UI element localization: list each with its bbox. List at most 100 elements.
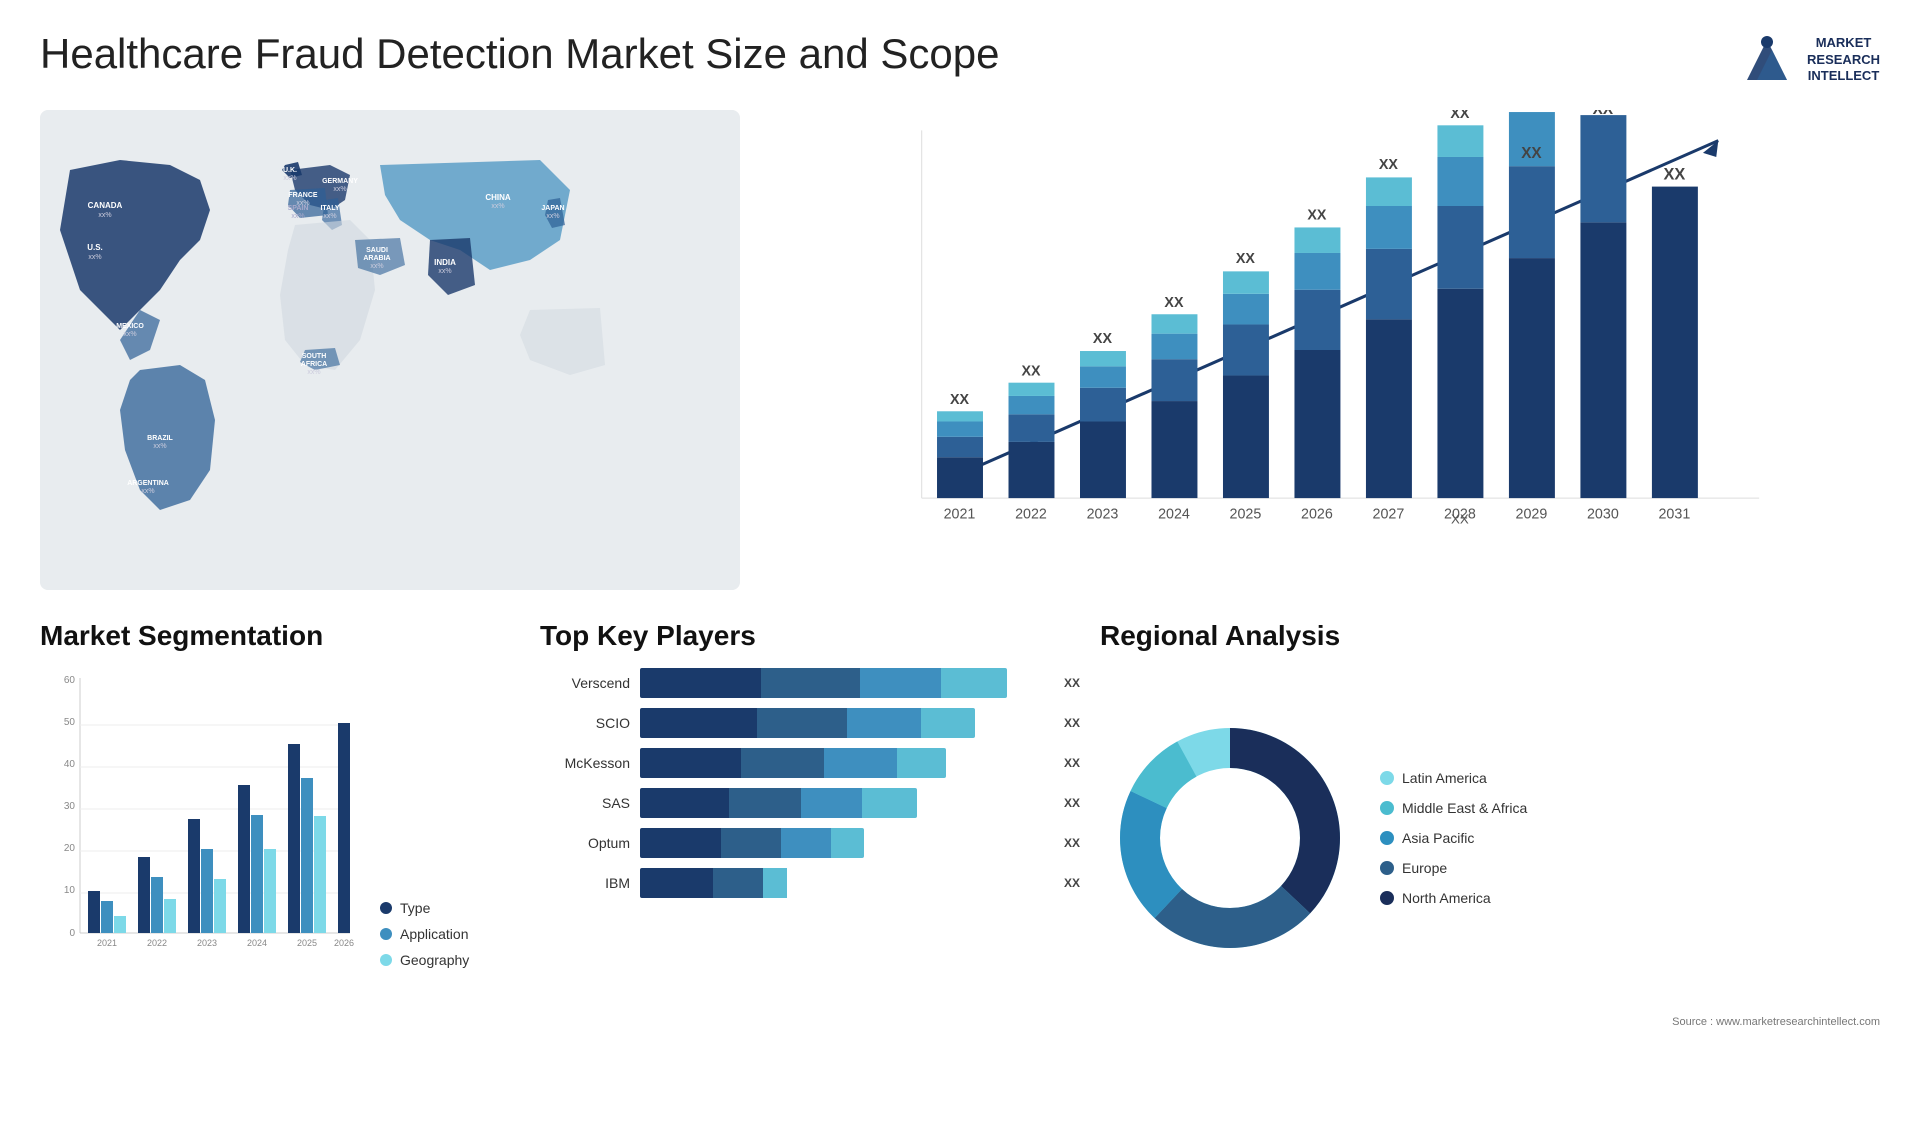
svg-text:2021: 2021 bbox=[944, 507, 976, 523]
svg-text:2023: 2023 bbox=[197, 938, 217, 948]
top-row: CANADA xx% U.S. xx% MEXICO xx% BRAZIL xx… bbox=[40, 110, 1880, 590]
svg-text:U.S.: U.S. bbox=[87, 243, 103, 252]
svg-text:XX: XX bbox=[1521, 145, 1542, 162]
page: Healthcare Fraud Detection Market Size a… bbox=[0, 0, 1920, 1146]
svg-text:2029: 2029 bbox=[1516, 507, 1548, 523]
player-row-ibm: IBM XX bbox=[540, 868, 1080, 898]
svg-text:ITALY: ITALY bbox=[320, 205, 339, 212]
middle-east-africa-dot bbox=[1380, 801, 1394, 815]
seg-legend: Type Application Geography bbox=[380, 900, 500, 968]
svg-text:2024: 2024 bbox=[247, 938, 267, 948]
svg-text:xx%: xx% bbox=[141, 488, 154, 495]
svg-text:10: 10 bbox=[64, 885, 76, 896]
legend-middle-east-africa: Middle East & Africa bbox=[1380, 799, 1527, 817]
players-table: Verscend XX SCIO bbox=[540, 668, 1080, 898]
header: Healthcare Fraud Detection Market Size a… bbox=[40, 30, 1880, 90]
svg-text:AFRICA: AFRICA bbox=[301, 361, 327, 368]
svg-text:SPAIN: SPAIN bbox=[288, 205, 309, 212]
player-xx-verscend: XX bbox=[1064, 676, 1080, 690]
player-bar-sas bbox=[640, 788, 1048, 818]
main-bar-chart: XX XX XX XX bbox=[760, 110, 1880, 590]
player-name-sas: SAS bbox=[540, 795, 630, 811]
application-dot bbox=[380, 928, 392, 940]
svg-text:xx%: xx% bbox=[323, 213, 336, 220]
svg-text:xx%: xx% bbox=[546, 213, 559, 220]
svg-text:2028: 2028 bbox=[1444, 507, 1476, 523]
map-container: CANADA xx% U.S. xx% MEXICO xx% BRAZIL xx… bbox=[40, 110, 740, 590]
svg-text:JAPAN: JAPAN bbox=[541, 205, 564, 212]
svg-text:2026: 2026 bbox=[334, 938, 354, 948]
svg-text:xx%: xx% bbox=[153, 443, 166, 450]
svg-text:2026: 2026 bbox=[1301, 507, 1333, 523]
player-bar-ibm bbox=[640, 868, 1048, 898]
player-name-mckesson: McKesson bbox=[540, 755, 630, 771]
legend-latin-america: Latin America bbox=[1380, 769, 1527, 787]
legend-item-application: Application bbox=[380, 926, 500, 942]
world-map-svg: CANADA xx% U.S. xx% MEXICO xx% BRAZIL xx… bbox=[40, 110, 740, 590]
svg-text:2031: 2031 bbox=[1658, 507, 1690, 523]
svg-text:2025: 2025 bbox=[297, 938, 317, 948]
type-dot bbox=[380, 902, 392, 914]
north-america-dot bbox=[1380, 891, 1394, 905]
svg-text:MEXICO: MEXICO bbox=[116, 323, 144, 330]
map-section: CANADA xx% U.S. xx% MEXICO xx% BRAZIL xx… bbox=[40, 110, 740, 590]
svg-text:XX: XX bbox=[950, 392, 970, 408]
svg-text:xx%: xx% bbox=[307, 369, 320, 376]
player-row-verscend: Verscend XX bbox=[540, 668, 1080, 698]
svg-text:2023: 2023 bbox=[1087, 507, 1119, 523]
player-xx-optum: XX bbox=[1064, 836, 1080, 850]
donut-svg bbox=[1100, 708, 1360, 968]
svg-text:SAUDI: SAUDI bbox=[366, 247, 388, 254]
regional-section: Regional Analysis bbox=[1100, 620, 1880, 1040]
legend-europe: Europe bbox=[1380, 859, 1527, 877]
seg-chart-svg: 0 10 20 30 40 50 60 bbox=[40, 668, 360, 968]
player-row-sas: SAS XX bbox=[540, 788, 1080, 818]
svg-text:XX: XX bbox=[1379, 157, 1399, 173]
logo: MARKET RESEARCH INTELLECT bbox=[1737, 30, 1880, 90]
market-seg-title: Market Segmentation bbox=[40, 620, 520, 652]
svg-text:XX: XX bbox=[1663, 165, 1685, 183]
svg-text:CHINA: CHINA bbox=[485, 193, 511, 202]
svg-text:ARGENTINA: ARGENTINA bbox=[127, 480, 169, 487]
svg-text:XX: XX bbox=[1236, 251, 1256, 267]
svg-text:xx%: xx% bbox=[283, 175, 296, 182]
svg-text:2022: 2022 bbox=[147, 938, 167, 948]
player-row-optum: Optum XX bbox=[540, 828, 1080, 858]
svg-text:xx%: xx% bbox=[370, 263, 383, 270]
svg-text:60: 60 bbox=[64, 675, 76, 686]
bar-chart-section: XX XX XX XX bbox=[760, 110, 1880, 590]
svg-text:XX: XX bbox=[1021, 364, 1041, 380]
svg-text:SOUTH: SOUTH bbox=[302, 353, 327, 360]
bottom-row: Market Segmentation 0 10 20 30 40 50 60 bbox=[40, 620, 1880, 1040]
player-row-scio: SCIO XX bbox=[540, 708, 1080, 738]
logo-icon bbox=[1737, 30, 1797, 90]
geography-dot bbox=[380, 954, 392, 966]
svg-text:xx%: xx% bbox=[291, 213, 304, 220]
regional-wrap: Latin America Middle East & Africa Asia … bbox=[1100, 668, 1880, 1008]
regional-title: Regional Analysis bbox=[1100, 620, 1880, 652]
player-name-optum: Optum bbox=[540, 835, 630, 851]
svg-text:40: 40 bbox=[64, 759, 76, 770]
svg-text:0: 0 bbox=[69, 928, 75, 939]
svg-text:XX: XX bbox=[1093, 331, 1113, 347]
svg-text:xx%: xx% bbox=[333, 186, 346, 193]
svg-text:xx%: xx% bbox=[88, 254, 101, 261]
logo-text: MARKET RESEARCH INTELLECT bbox=[1807, 35, 1880, 86]
svg-text:XX: XX bbox=[1593, 110, 1614, 118]
player-xx-scio: XX bbox=[1064, 716, 1080, 730]
svg-text:2024: 2024 bbox=[1158, 507, 1190, 523]
player-bar-mckesson bbox=[640, 748, 1048, 778]
svg-text:2027: 2027 bbox=[1373, 507, 1405, 523]
player-name-scio: SCIO bbox=[540, 715, 630, 731]
svg-text:XX: XX bbox=[1307, 207, 1327, 223]
svg-text:xx%: xx% bbox=[123, 331, 136, 338]
asia-pacific-dot bbox=[1380, 831, 1394, 845]
player-xx-mckesson: XX bbox=[1064, 756, 1080, 770]
svg-text:U.K.: U.K. bbox=[283, 167, 297, 174]
player-row-mckesson: McKesson XX bbox=[540, 748, 1080, 778]
svg-text:CANADA: CANADA bbox=[88, 201, 123, 210]
legend-asia-pacific: Asia Pacific bbox=[1380, 829, 1527, 847]
latin-america-dot bbox=[1380, 771, 1394, 785]
svg-text:GERMANY: GERMANY bbox=[322, 178, 358, 185]
player-bar-verscend bbox=[640, 668, 1048, 698]
